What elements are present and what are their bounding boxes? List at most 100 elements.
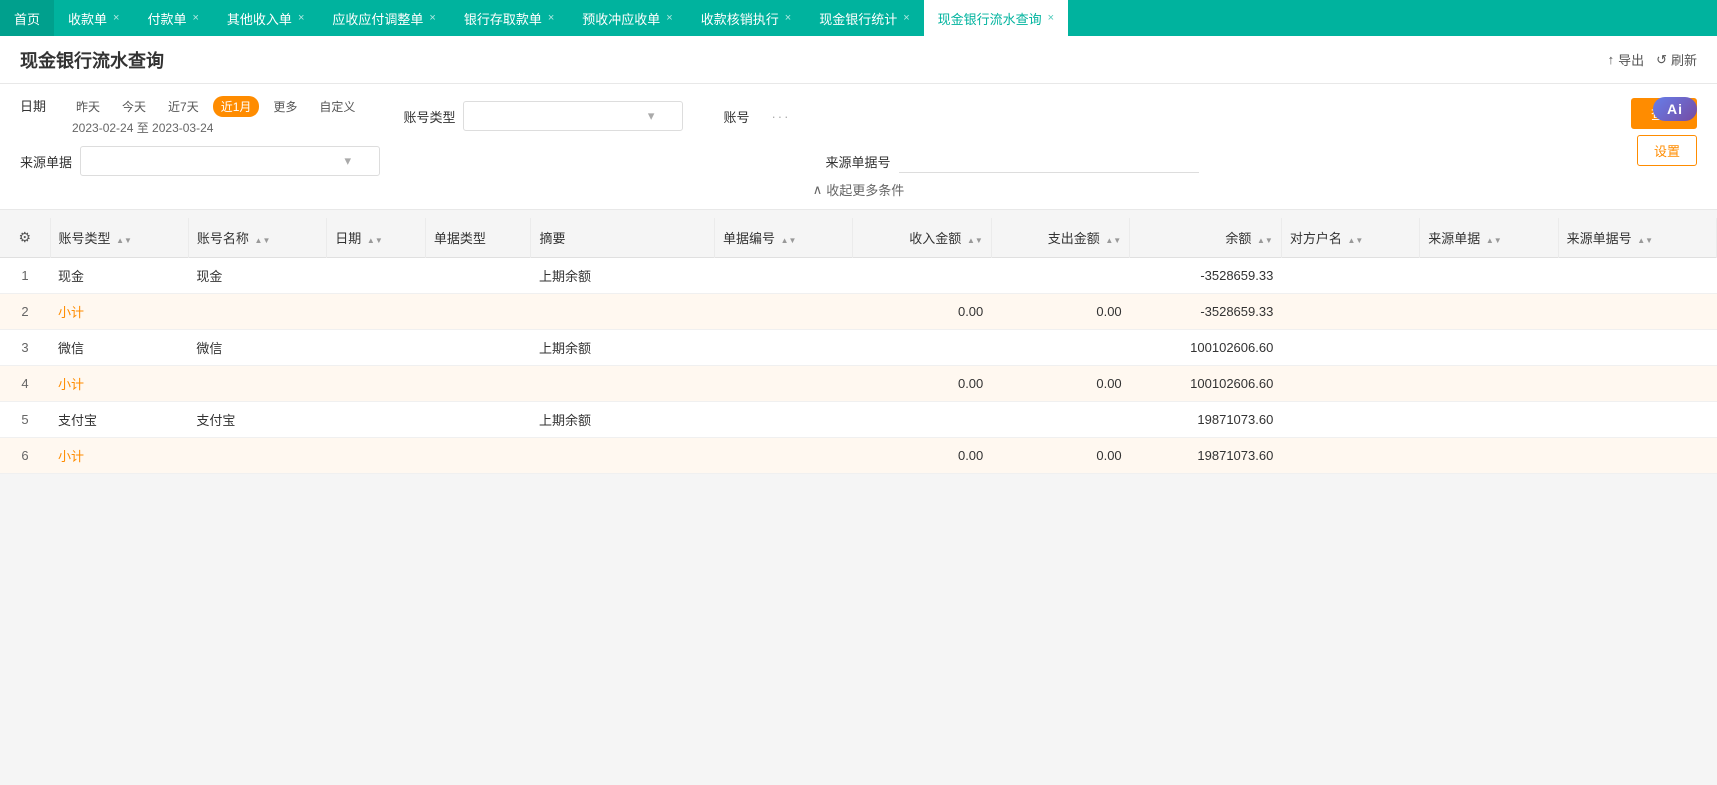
sort-arrows: ▲▼ (367, 237, 383, 245)
dropdown-icon: ▾ (648, 108, 655, 124)
sort-arrows: ▲▼ (1105, 237, 1121, 245)
nav-item-yingshouyingfu[interactable]: 应收应付调整单 × (318, 0, 449, 36)
col-income[interactable]: 收入金额 ▲▼ (853, 218, 991, 258)
table-container: ⚙ 账号类型 ▲▼ 账号名称 ▲▼ 日期 ▲▼ 单据类型 摘 (0, 218, 1717, 474)
date-filter-label: 日期 (20, 96, 60, 115)
cell-summary: 上期余额 (531, 402, 715, 438)
cell-doc-no (715, 258, 853, 294)
source-doc-no-input[interactable] (899, 149, 1199, 173)
refresh-icon: ↺ (1656, 52, 1667, 68)
col-date[interactable]: 日期 ▲▼ (327, 218, 426, 258)
nav-item-shoukuandan[interactable]: 收款单 × (54, 0, 133, 36)
source-doc-section: 来源单据 ▾ (20, 146, 806, 176)
cell-source-doc (1420, 366, 1558, 402)
table-row: 2小计0.000.00-3528659.33 (0, 294, 1717, 330)
date-btn-7days[interactable]: 近7天 (160, 96, 207, 117)
sort-arrows: ▲▼ (967, 237, 983, 245)
cell-source-doc (1420, 438, 1558, 474)
account-type-select[interactable]: ▾ (463, 101, 683, 131)
cell-date (327, 294, 426, 330)
cell-counterpart (1281, 330, 1419, 366)
close-icon[interactable]: × (666, 12, 672, 24)
date-range-display: 2023-02-24 至 2023-03-24 (72, 119, 363, 136)
collapse-bar[interactable]: ∧ 收起更多条件 (20, 176, 1697, 199)
nav-label: 预收冲应收单 (582, 9, 660, 28)
nav-item-shoukuanhesuozhixing[interactable]: 收款核销执行 × (687, 0, 805, 36)
nav-item-fukuandan[interactable]: 付款单 × (133, 0, 212, 36)
nav-label: 收款单 (68, 9, 107, 28)
cell-source-doc-no (1558, 258, 1716, 294)
col-account-name[interactable]: 账号名称 ▲▼ (188, 218, 326, 258)
close-icon[interactable]: × (298, 12, 304, 24)
cell-doc-no (715, 366, 853, 402)
cell-source-doc (1420, 402, 1558, 438)
column-settings-icon[interactable]: ⚙ (18, 229, 31, 245)
date-options: 昨天 今天 近7天 近1月 更多 自定义 (68, 96, 363, 117)
cell-expense: 0.00 (991, 294, 1129, 330)
nav-label: 应收应付调整单 (332, 9, 423, 28)
account-dots[interactable]: ··· (771, 109, 790, 124)
col-account-type[interactable]: 账号类型 ▲▼ (50, 218, 188, 258)
cell-counterpart (1281, 258, 1419, 294)
ai-badge[interactable]: Ai (1653, 97, 1697, 121)
cell-counterpart (1281, 294, 1419, 330)
close-icon[interactable]: × (548, 12, 554, 24)
close-icon[interactable]: × (785, 12, 791, 24)
filter-row-1: 日期 昨天 今天 近7天 近1月 更多 自定义 2023-02-24 至 202… (20, 96, 1611, 136)
close-icon[interactable]: × (1048, 12, 1054, 24)
nav-item-qitashouru[interactable]: 其他收入单 × (213, 0, 318, 36)
cell-expense (991, 258, 1129, 294)
col-source-doc[interactable]: 来源单据 ▲▼ (1420, 218, 1558, 258)
cell-summary: 上期余额 (531, 258, 715, 294)
refresh-button[interactable]: ↺ 刷新 (1656, 50, 1697, 69)
close-icon[interactable]: × (113, 12, 119, 24)
date-btn-1month[interactable]: 近1月 (213, 96, 260, 117)
sort-arrows: ▲▼ (255, 237, 271, 245)
cell-account-name (188, 366, 326, 402)
table-header-row: ⚙ 账号类型 ▲▼ 账号名称 ▲▼ 日期 ▲▼ 单据类型 摘 (0, 218, 1717, 258)
cell-income (853, 402, 991, 438)
cell-balance: 19871073.60 (1130, 402, 1282, 438)
nav-item-xianjinyinhang-liushui[interactable]: 现金银行流水查询 × (924, 0, 1068, 36)
nav-item-yushouzhongyingshou[interactable]: 预收冲应收单 × (568, 0, 686, 36)
date-btn-today[interactable]: 今天 (114, 96, 154, 117)
table-row: 4小计0.000.00100102606.60 (0, 366, 1717, 402)
nav-label: 其他收入单 (227, 9, 292, 28)
col-source-doc-no[interactable]: 来源单据号 ▲▼ (1558, 218, 1716, 258)
nav-item-yinhangcunqu[interactable]: 银行存取款单 × (450, 0, 568, 36)
settings-button[interactable]: 设置 (1637, 135, 1697, 166)
col-doc-no[interactable]: 单据编号 ▲▼ (715, 218, 853, 258)
nav-label: 收款核销执行 (701, 9, 779, 28)
source-doc-select[interactable]: ▾ (80, 146, 380, 176)
close-icon[interactable]: × (903, 12, 909, 24)
date-btn-yesterday[interactable]: 昨天 (68, 96, 108, 117)
cell-account-type: 小计 (50, 366, 188, 402)
col-balance[interactable]: 余额 ▲▼ (1130, 218, 1282, 258)
col-settings[interactable]: ⚙ (0, 218, 50, 258)
col-expense[interactable]: 支出金额 ▲▼ (991, 218, 1129, 258)
export-button[interactable]: ↑ 导出 (1608, 50, 1645, 69)
cell-account-type: 支付宝 (50, 402, 188, 438)
page-header: 现金银行流水查询 ↑ 导出 ↺ 刷新 (0, 36, 1717, 84)
close-icon[interactable]: × (192, 12, 198, 24)
cell-doc-no (715, 438, 853, 474)
source-doc-no-label: 来源单据号 (826, 152, 891, 171)
nav-item-xianjinyinhang-tongji[interactable]: 现金银行统计 × (805, 0, 923, 36)
row-no: 4 (0, 366, 50, 402)
close-icon[interactable]: × (429, 12, 435, 24)
date-btn-custom[interactable]: 自定义 (311, 96, 363, 117)
col-summary[interactable]: 摘要 (531, 218, 715, 258)
date-btn-more[interactable]: 更多 (265, 96, 305, 117)
filter-row-2: 来源单据 ▾ 来源单据号 (20, 146, 1611, 176)
cell-doc-type (425, 330, 531, 366)
cell-counterpart (1281, 366, 1419, 402)
cell-income (853, 330, 991, 366)
cell-income: 0.00 (853, 438, 991, 474)
table-row: 3微信微信上期余额100102606.60 (0, 330, 1717, 366)
main-table: ⚙ 账号类型 ▲▼ 账号名称 ▲▼ 日期 ▲▼ 单据类型 摘 (0, 218, 1717, 474)
col-counterpart[interactable]: 对方户名 ▲▼ (1281, 218, 1419, 258)
cell-account-type: 小计 (50, 294, 188, 330)
cell-counterpart (1281, 438, 1419, 474)
col-doc-type[interactable]: 单据类型 (425, 218, 531, 258)
nav-home[interactable]: 首页 (0, 0, 54, 36)
